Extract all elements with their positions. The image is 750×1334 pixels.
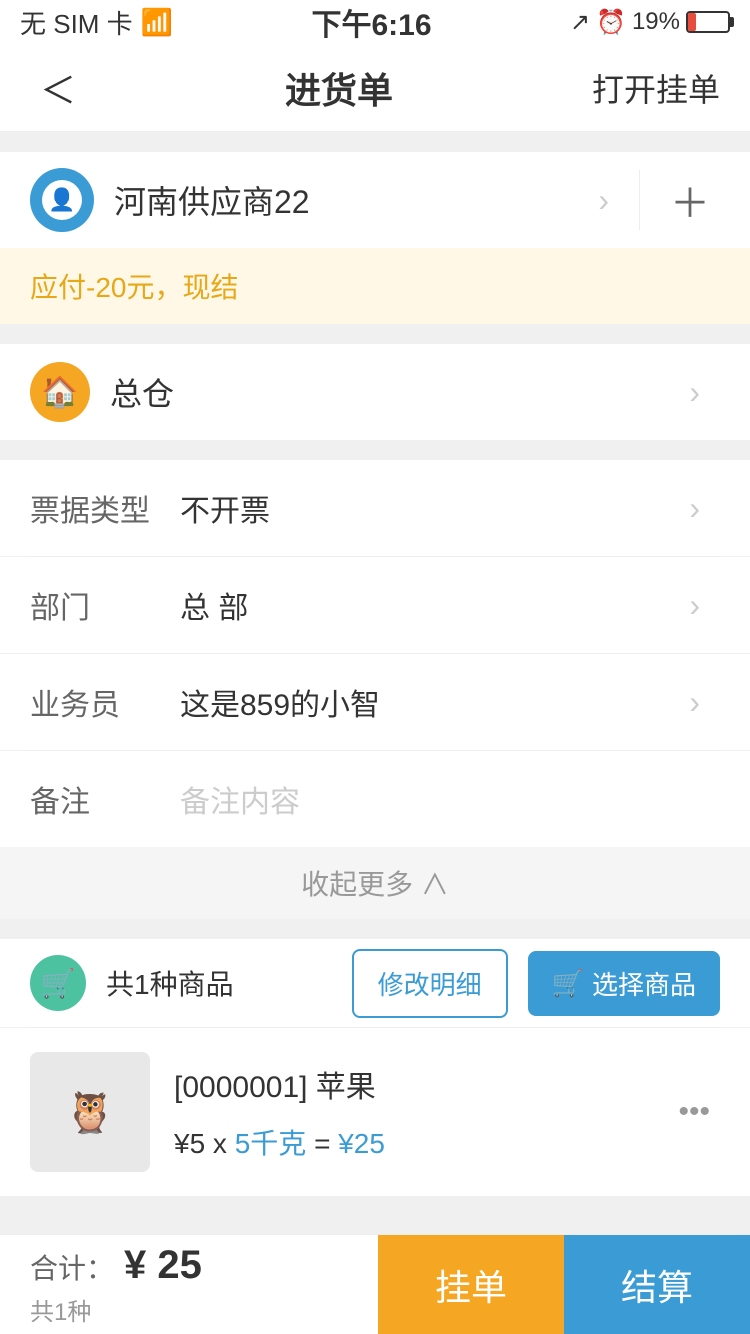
footer-total-row: 合计： ¥ 25	[30, 1243, 348, 1288]
wifi-icon: 📶	[141, 7, 173, 38]
select-product-label: 选择商品	[592, 965, 696, 1002]
unit-price: ¥5 x	[174, 1128, 235, 1159]
supplier-chevron-icon: ›	[598, 182, 609, 219]
salesperson-label: 业务员	[30, 680, 170, 724]
collapse-label: 收起更多 ∧	[301, 863, 449, 903]
remark-input[interactable]: 备注内容	[180, 777, 720, 821]
department-chevron-icon: ›	[689, 587, 700, 624]
select-cart-icon: 🛒	[552, 968, 584, 999]
footer: 合计： ¥ 25 共1种 挂单 结算	[0, 1234, 750, 1334]
carrier-text: 无 SIM 卡	[20, 4, 133, 41]
status-right: ↗ ⏰ 19%	[570, 8, 730, 37]
cart-icon: 🛒	[41, 967, 76, 1000]
warehouse-icon: 🏠	[30, 362, 90, 422]
invoice-value: 不开票	[180, 486, 689, 530]
section-gap-4	[0, 919, 750, 939]
avatar-icon: 👤	[42, 180, 82, 220]
footer-total: 合计： ¥ 25 共1种	[0, 1243, 378, 1327]
warehouse-chevron-icon: ›	[689, 374, 700, 411]
salesperson-chevron-icon: ›	[689, 684, 700, 721]
notice-text: 应付-20元，现结	[30, 272, 238, 303]
department-label: 部门	[30, 583, 170, 627]
collapse-bar[interactable]: 收起更多 ∧	[0, 847, 750, 919]
supplier-divider	[639, 170, 640, 230]
status-time: 下午6:16	[311, 0, 431, 44]
product-logo-icon: 🦉	[65, 1089, 115, 1136]
salesperson-row[interactable]: 业务员 这是859的小智 ›	[0, 654, 750, 750]
edit-detail-button[interactable]: 修改明细	[352, 949, 508, 1018]
select-product-button[interactable]: 🛒 选择商品	[528, 951, 720, 1016]
total-label: 合计：	[30, 1247, 114, 1287]
total-price: ¥25	[338, 1128, 385, 1159]
supplier-row[interactable]: 👤 河南供应商22 › ＋	[0, 152, 750, 248]
product-more-button[interactable]: •••	[668, 1085, 720, 1139]
warehouse-name: 总仓	[110, 369, 689, 415]
remark-row[interactable]: 备注 备注内容	[0, 751, 750, 847]
products-icon: 🛒	[30, 955, 86, 1011]
department-value: 总 部	[180, 583, 689, 627]
battery-icon	[686, 11, 730, 33]
pending-button[interactable]: 挂单	[378, 1235, 564, 1334]
product-name: [0000001] 苹果	[174, 1062, 644, 1106]
footer-sub: 共1种	[30, 1292, 348, 1327]
add-supplier-button[interactable]: ＋	[650, 161, 720, 239]
notice-bar: 应付-20元，现结	[0, 248, 750, 324]
products-count: 共1种商品	[106, 963, 332, 1003]
battery-percent: 19%	[632, 8, 680, 36]
invoice-label: 票据类型	[30, 486, 170, 530]
location-icon: ↗	[570, 8, 590, 37]
section-gap-2	[0, 324, 750, 344]
remark-label: 备注	[30, 777, 170, 821]
invoice-chevron-icon: ›	[689, 490, 700, 527]
product-item: 🦉 [0000001] 苹果 ¥5 x 5千克 = ¥25 •••	[0, 1028, 750, 1196]
supplier-name: 河南供应商22	[114, 177, 598, 223]
open-pending-button[interactable]: 打开挂单	[592, 65, 720, 111]
supplier-avatar: 👤	[30, 168, 94, 232]
alarm-icon: ⏰	[596, 8, 626, 37]
battery-fill	[688, 13, 696, 31]
checkout-button[interactable]: 结算	[564, 1235, 750, 1334]
product-thumbnail: 🦉	[30, 1052, 150, 1172]
equals: =	[314, 1128, 338, 1159]
product-price: ¥5 x 5千克 = ¥25	[174, 1122, 644, 1162]
page-title: 进货单	[285, 62, 393, 114]
section-gap-3	[0, 440, 750, 460]
warehouse-row[interactable]: 🏠 总仓 ›	[0, 344, 750, 440]
quantity: 5千克	[235, 1128, 307, 1159]
total-amount: ¥ 25	[124, 1243, 202, 1288]
status-left: 无 SIM 卡 📶	[20, 4, 173, 41]
department-row[interactable]: 部门 总 部 ›	[0, 557, 750, 653]
section-gap-1	[0, 132, 750, 152]
product-code: [0000001] 苹果	[174, 1071, 376, 1104]
salesperson-value: 这是859的小智	[180, 680, 689, 724]
status-bar: 无 SIM 卡 📶 下午6:16 ↗ ⏰ 19%	[0, 0, 750, 44]
products-header: 🛒 共1种商品 修改明细 🛒 选择商品	[0, 939, 750, 1027]
nav-bar: ＜ 进货单 打开挂单	[0, 44, 750, 132]
back-button[interactable]: ＜	[30, 52, 86, 124]
product-info: [0000001] 苹果 ¥5 x 5千克 = ¥25	[174, 1062, 644, 1162]
invoice-row[interactable]: 票据类型 不开票 ›	[0, 460, 750, 556]
